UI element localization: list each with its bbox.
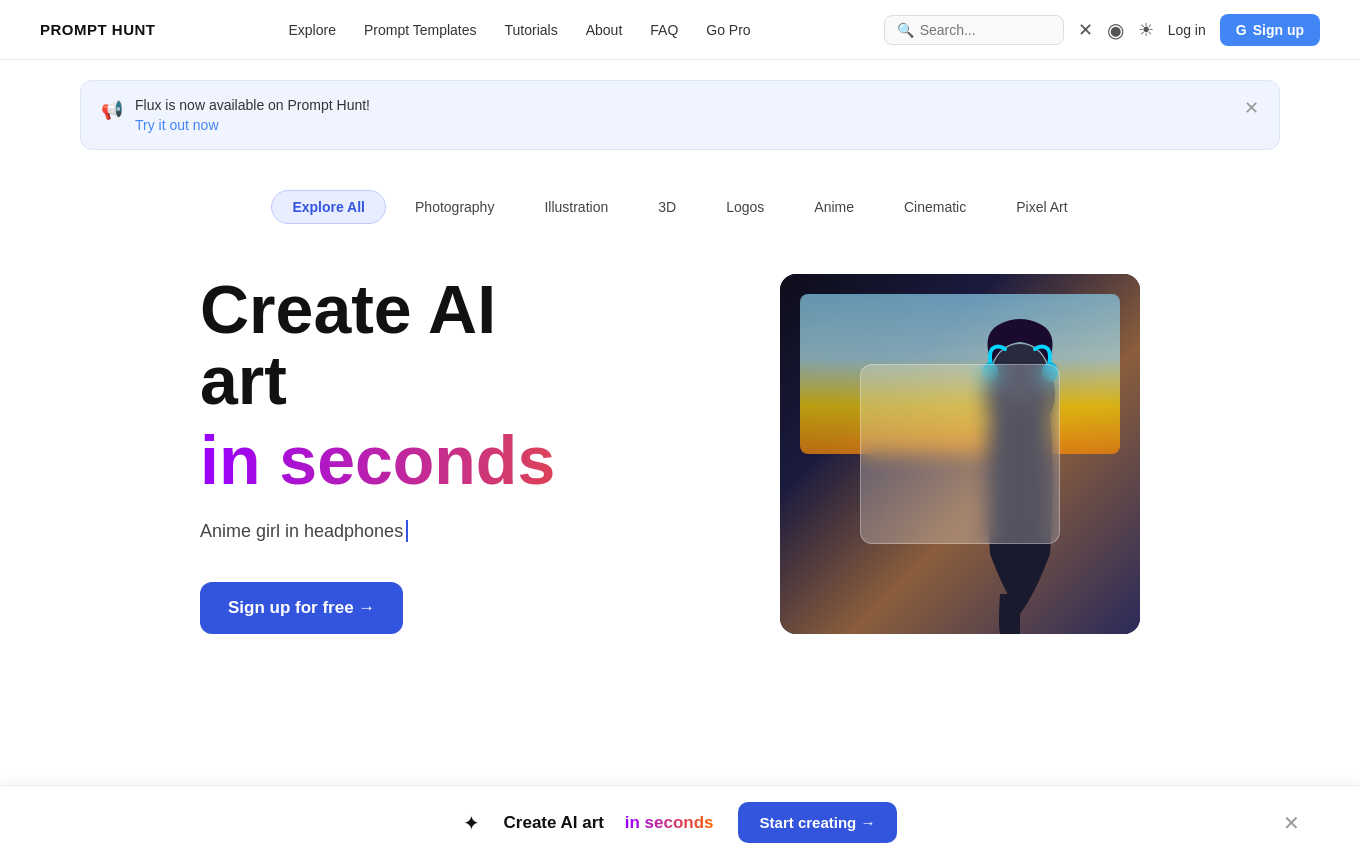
tab-explore-all[interactable]: Explore All bbox=[271, 190, 386, 224]
tab-logos[interactable]: Logos bbox=[705, 190, 785, 224]
tab-illustration[interactable]: Illustration bbox=[523, 190, 629, 224]
signup-button[interactable]: G Sign up bbox=[1220, 14, 1320, 46]
discord-button[interactable]: ◉ bbox=[1107, 18, 1124, 42]
login-button[interactable]: Log in bbox=[1168, 22, 1206, 38]
tab-cinematic[interactable]: Cinematic bbox=[883, 190, 987, 224]
tab-photography[interactable]: Photography bbox=[394, 190, 515, 224]
discord-icon: ◉ bbox=[1107, 18, 1124, 42]
hero-section: Create AI art in seconds Anime girl in h… bbox=[80, 254, 1280, 694]
search-bar[interactable]: 🔍 bbox=[884, 15, 1064, 45]
hero-right bbox=[780, 274, 1160, 634]
theme-toggle[interactable]: ☀ bbox=[1138, 19, 1154, 41]
tab-anime[interactable]: Anime bbox=[793, 190, 875, 224]
hero-image bbox=[780, 274, 1140, 634]
twitter-button[interactable]: ✕ bbox=[1078, 19, 1093, 41]
nav-faq[interactable]: FAQ bbox=[650, 22, 678, 38]
nav-explore[interactable]: Explore bbox=[288, 22, 335, 38]
nav-go-pro[interactable]: Go Pro bbox=[706, 22, 750, 38]
sun-icon: ☀ bbox=[1138, 19, 1154, 41]
banner-link[interactable]: Try it out now bbox=[135, 117, 370, 133]
tab-pixel-art[interactable]: Pixel Art bbox=[995, 190, 1088, 224]
tab-3d[interactable]: 3D bbox=[637, 190, 697, 224]
banner-content: 📢 Flux is now available on Prompt Hunt! … bbox=[101, 97, 370, 133]
signup-free-button[interactable]: Sign up for free → bbox=[200, 582, 403, 634]
nav-about[interactable]: About bbox=[586, 22, 623, 38]
banner-close-button[interactable]: ✕ bbox=[1244, 97, 1259, 119]
megaphone-icon: 📢 bbox=[101, 99, 123, 121]
hero-subtitle: Anime girl in headphones bbox=[200, 520, 740, 542]
search-icon: 🔍 bbox=[897, 22, 914, 38]
logo: PROMPT HUNT bbox=[40, 21, 156, 38]
text-cursor bbox=[406, 520, 408, 542]
nav-links: Explore Prompt Templates Tutorials About… bbox=[288, 22, 750, 38]
hero-gradient-text: in seconds bbox=[200, 425, 740, 496]
category-tabs: Explore All Photography Illustration 3D … bbox=[0, 170, 1360, 254]
banner-text: Flux is now available on Prompt Hunt! bbox=[135, 97, 370, 113]
navbar: PROMPT HUNT Explore Prompt Templates Tut… bbox=[0, 0, 1360, 60]
google-icon: G bbox=[1236, 22, 1247, 38]
hero-image-background bbox=[780, 274, 1140, 634]
announcement-banner: 📢 Flux is now available on Prompt Hunt! … bbox=[80, 80, 1280, 150]
overlay-card bbox=[860, 364, 1060, 544]
signup-label: Sign up bbox=[1253, 22, 1304, 38]
hero-title-line1: Create AI art bbox=[200, 274, 740, 417]
hero-left: Create AI art in seconds Anime girl in h… bbox=[200, 274, 740, 634]
nav-right: 🔍 ✕ ◉ ☀ Log in G Sign up bbox=[884, 14, 1320, 46]
nav-prompt-templates[interactable]: Prompt Templates bbox=[364, 22, 477, 38]
twitter-icon: ✕ bbox=[1078, 19, 1093, 41]
nav-tutorials[interactable]: Tutorials bbox=[505, 22, 558, 38]
search-input[interactable] bbox=[920, 22, 1051, 38]
